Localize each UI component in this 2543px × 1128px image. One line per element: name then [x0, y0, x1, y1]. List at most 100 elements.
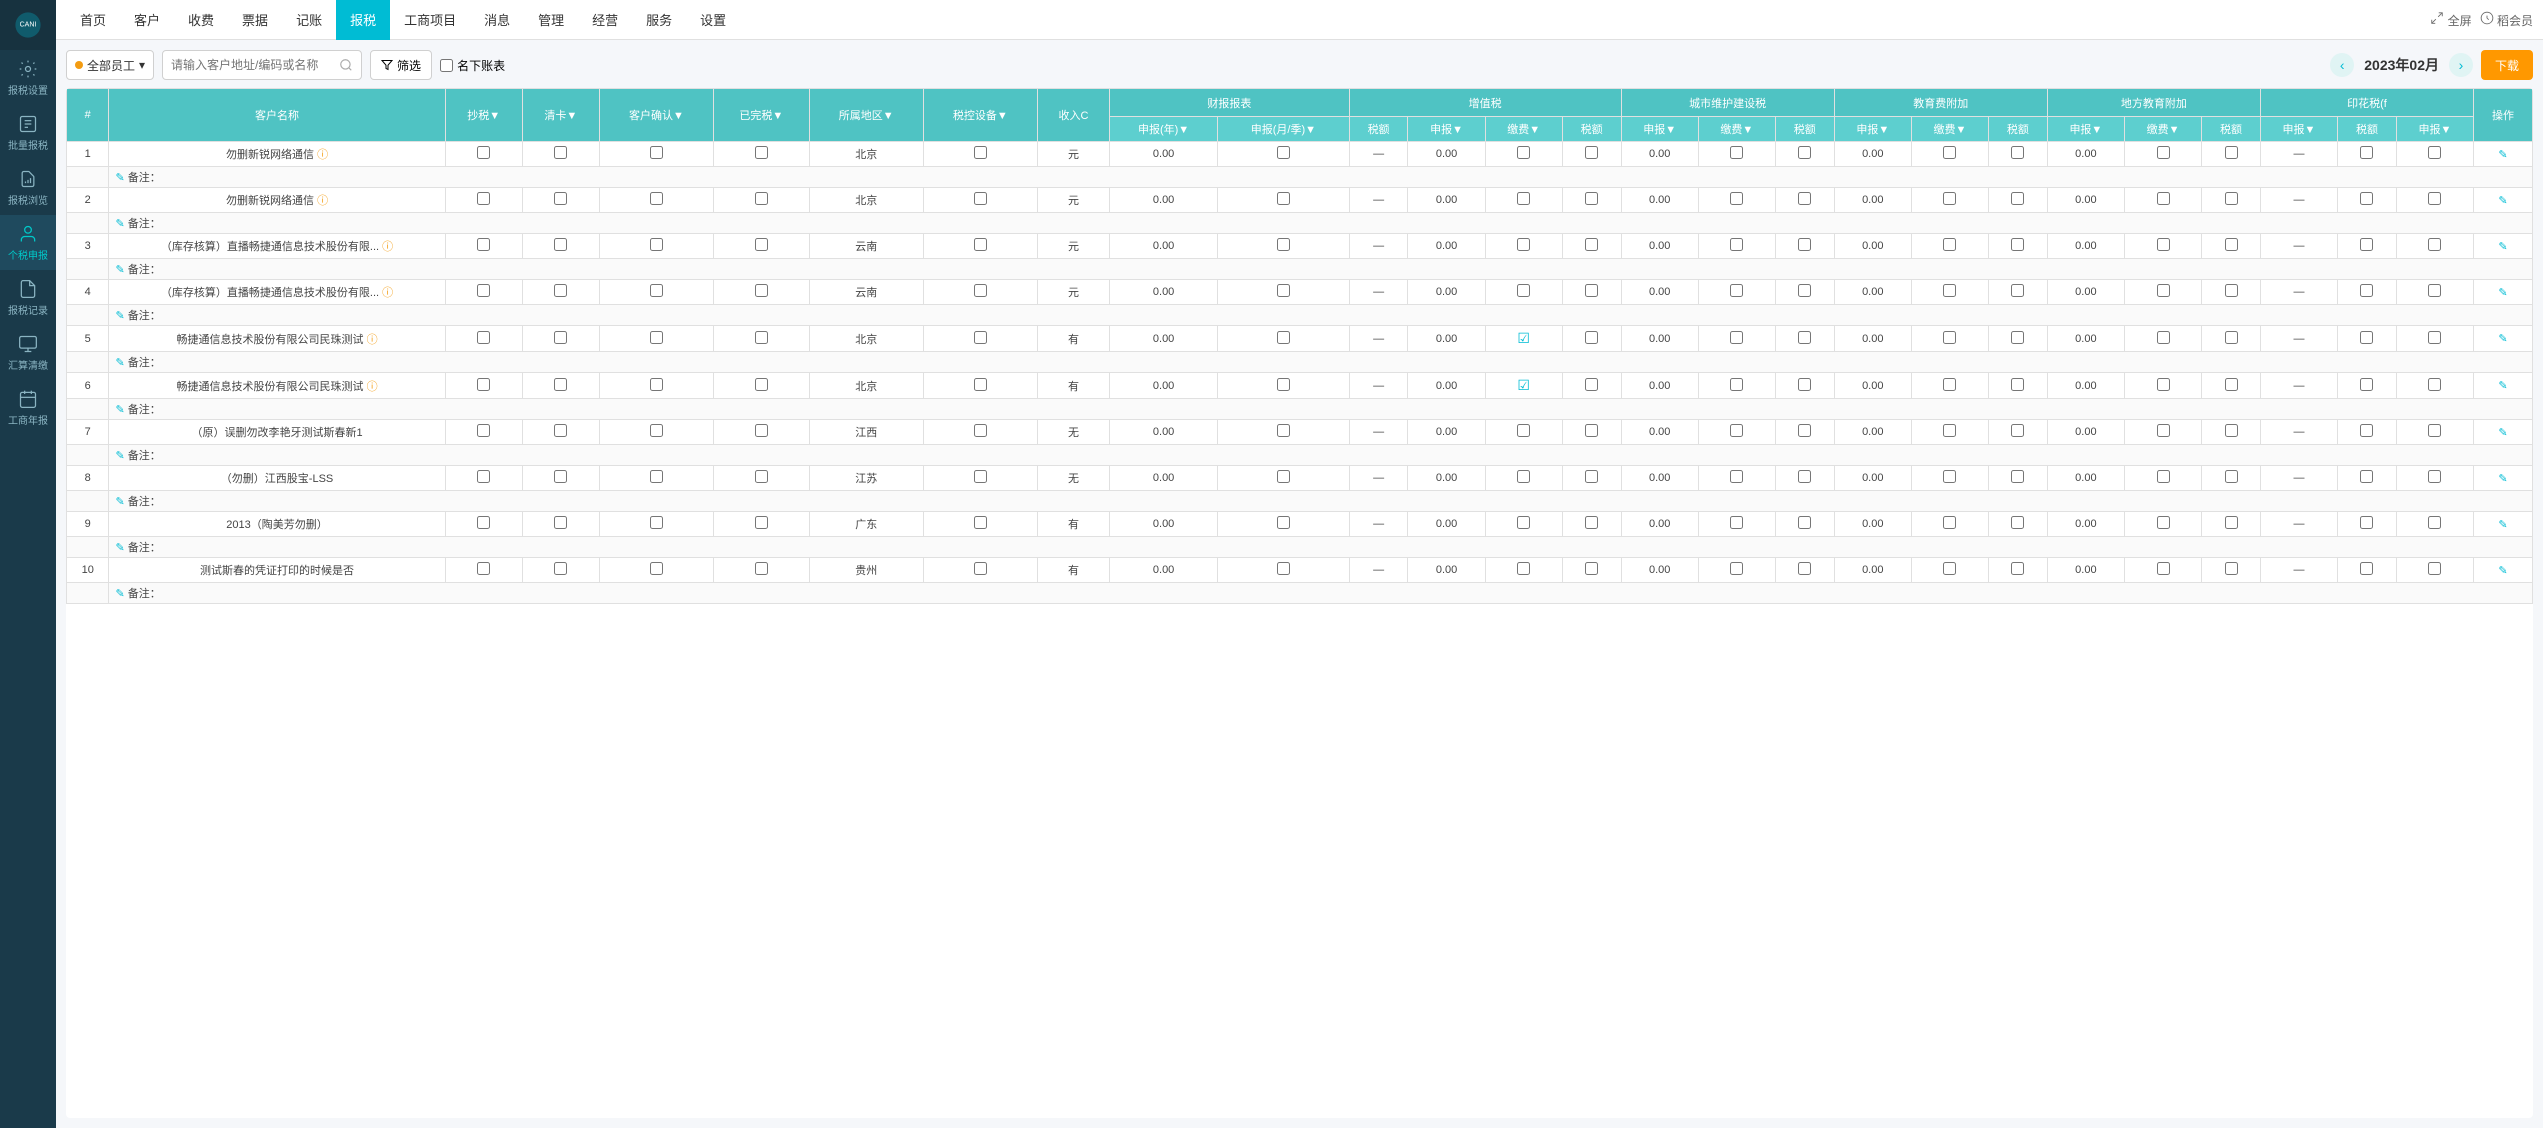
edit-note-icon[interactable]: ✎	[115, 588, 124, 600]
cell-vat-pay[interactable]	[1562, 280, 1621, 305]
localedu-apply-cb[interactable]	[2157, 146, 2170, 159]
cell-ops[interactable]: ✎	[2474, 280, 2533, 305]
cell-city-pay[interactable]	[1775, 188, 1834, 213]
stamp-apply-cb[interactable]	[2360, 146, 2373, 159]
cell-city-apply[interactable]	[1698, 188, 1775, 213]
th-city-pay[interactable]: 缴费▼	[1698, 117, 1775, 142]
edit-note-icon[interactable]: ✎	[115, 542, 124, 554]
th-localedu-pay[interactable]: 缴费▼	[2124, 117, 2201, 142]
cell-yiwanshu[interactable]	[714, 512, 810, 537]
cell-vat-pay[interactable]	[1562, 188, 1621, 213]
stamp-apply2-cb[interactable]	[2428, 516, 2441, 529]
yiwanshu-checkbox[interactable]	[755, 192, 768, 205]
cell-vat-apply[interactable]: ☑	[1485, 373, 1562, 399]
cell-city-apply[interactable]	[1698, 234, 1775, 259]
cell-ops[interactable]: ✎	[2474, 466, 2533, 491]
cell-city-pay[interactable]	[1775, 234, 1834, 259]
stamp-apply2-cb[interactable]	[2428, 378, 2441, 391]
vat-pay-cb[interactable]	[1585, 470, 1598, 483]
caibao-year-cb[interactable]	[1277, 424, 1290, 437]
localedu-apply-cb[interactable]	[2157, 516, 2170, 529]
device-checkbox[interactable]	[974, 378, 987, 391]
cell-stamp-apply2[interactable]	[2396, 558, 2473, 583]
confirm-checkbox[interactable]	[650, 331, 663, 344]
caibao-year-cb[interactable]	[1277, 284, 1290, 297]
cell-chaoshui[interactable]	[445, 280, 522, 305]
localedu-apply-cb[interactable]	[2157, 192, 2170, 205]
cell-localedu-apply[interactable]	[2124, 558, 2201, 583]
localedu-pay-cb[interactable]	[2225, 470, 2238, 483]
localedu-pay-cb[interactable]	[2225, 516, 2238, 529]
edit-icon[interactable]: ✎	[2498, 333, 2507, 345]
edu-pay-cb[interactable]	[2011, 238, 2024, 251]
cell-vat-apply[interactable]	[1485, 558, 1562, 583]
employee-filter-select[interactable]: 全部员工 ▾	[66, 50, 154, 80]
caibao-year-cb[interactable]	[1277, 516, 1290, 529]
confirm-checkbox[interactable]	[650, 424, 663, 437]
caibao-year-cb[interactable]	[1277, 146, 1290, 159]
vat-apply-cb[interactable]	[1517, 470, 1530, 483]
localedu-apply-cb[interactable]	[2157, 284, 2170, 297]
sidebar-item-huisuan[interactable]: 汇算清缴	[0, 325, 56, 380]
cell-edu-pay[interactable]	[1988, 373, 2047, 399]
caibao-year-cb[interactable]	[1277, 331, 1290, 344]
th-caibao-month[interactable]: 申报(月/季)▼	[1218, 117, 1350, 142]
cell-device[interactable]	[923, 188, 1037, 213]
vat-apply-cb[interactable]	[1517, 284, 1530, 297]
cell-chaoshui[interactable]	[445, 512, 522, 537]
cell-device[interactable]	[923, 280, 1037, 305]
city-pay-cb[interactable]	[1798, 192, 1811, 205]
nav-piaoju[interactable]: 票据	[228, 0, 282, 40]
cell-vat-apply[interactable]	[1485, 188, 1562, 213]
cell-caibao-year[interactable]	[1218, 558, 1350, 583]
vat-pay-cb[interactable]	[1585, 331, 1598, 344]
stamp-apply-cb[interactable]	[2360, 470, 2373, 483]
stamp-apply2-cb[interactable]	[2428, 470, 2441, 483]
cell-qingka[interactable]	[522, 142, 599, 167]
cell-edu-pay[interactable]	[1988, 326, 2047, 352]
city-pay-cb[interactable]	[1798, 146, 1811, 159]
cell-qingka[interactable]	[522, 466, 599, 491]
city-apply-cb[interactable]	[1730, 516, 1743, 529]
cell-stamp-apply[interactable]	[2338, 466, 2397, 491]
th-edu-pay[interactable]: 缴费▼	[1911, 117, 1988, 142]
confirm-checkbox[interactable]	[650, 238, 663, 251]
confirm-checkbox[interactable]	[650, 378, 663, 391]
cell-stamp-apply[interactable]	[2338, 326, 2397, 352]
cell-device[interactable]	[923, 142, 1037, 167]
cell-qingka[interactable]	[522, 326, 599, 352]
next-date-button[interactable]: ›	[2449, 53, 2473, 77]
vat-apply-cb[interactable]	[1517, 146, 1530, 159]
stamp-apply-cb[interactable]	[2360, 562, 2373, 575]
cell-confirm[interactable]	[599, 558, 713, 583]
cell-localedu-pay[interactable]	[2202, 234, 2261, 259]
chaoshui-checkbox[interactable]	[477, 284, 490, 297]
cell-vat-pay[interactable]	[1562, 373, 1621, 399]
cell-stamp-apply[interactable]	[2338, 512, 2397, 537]
cell-edu-apply[interactable]	[1911, 373, 1988, 399]
th-region[interactable]: 所属地区▼	[809, 89, 923, 142]
cell-stamp-apply[interactable]	[2338, 280, 2397, 305]
chaoshui-checkbox[interactable]	[477, 146, 490, 159]
vat-pay-cb[interactable]	[1585, 424, 1598, 437]
cell-localedu-pay[interactable]	[2202, 188, 2261, 213]
cell-stamp-apply2[interactable]	[2396, 512, 2473, 537]
localedu-pay-cb[interactable]	[2225, 378, 2238, 391]
th-qingka[interactable]: 清卡▼	[522, 89, 599, 142]
cell-caibao-year[interactable]	[1218, 466, 1350, 491]
cell-stamp-apply[interactable]	[2338, 558, 2397, 583]
edit-icon[interactable]: ✎	[2498, 519, 2507, 531]
th-stamp-apply[interactable]: 申报▼	[2260, 117, 2337, 142]
cell-city-apply[interactable]	[1698, 142, 1775, 167]
cell-qingka[interactable]	[522, 188, 599, 213]
edu-apply-cb[interactable]	[1943, 238, 1956, 251]
cell-city-pay[interactable]	[1775, 420, 1834, 445]
cell-localedu-apply[interactable]	[2124, 373, 2201, 399]
cell-stamp-apply2[interactable]	[2396, 466, 2473, 491]
edu-pay-cb[interactable]	[2011, 424, 2024, 437]
cell-stamp-apply[interactable]	[2338, 142, 2397, 167]
cell-edu-apply[interactable]	[1911, 234, 1988, 259]
cell-chaoshui[interactable]	[445, 466, 522, 491]
localedu-apply-cb[interactable]	[2157, 238, 2170, 251]
cell-vat-pay[interactable]	[1562, 234, 1621, 259]
